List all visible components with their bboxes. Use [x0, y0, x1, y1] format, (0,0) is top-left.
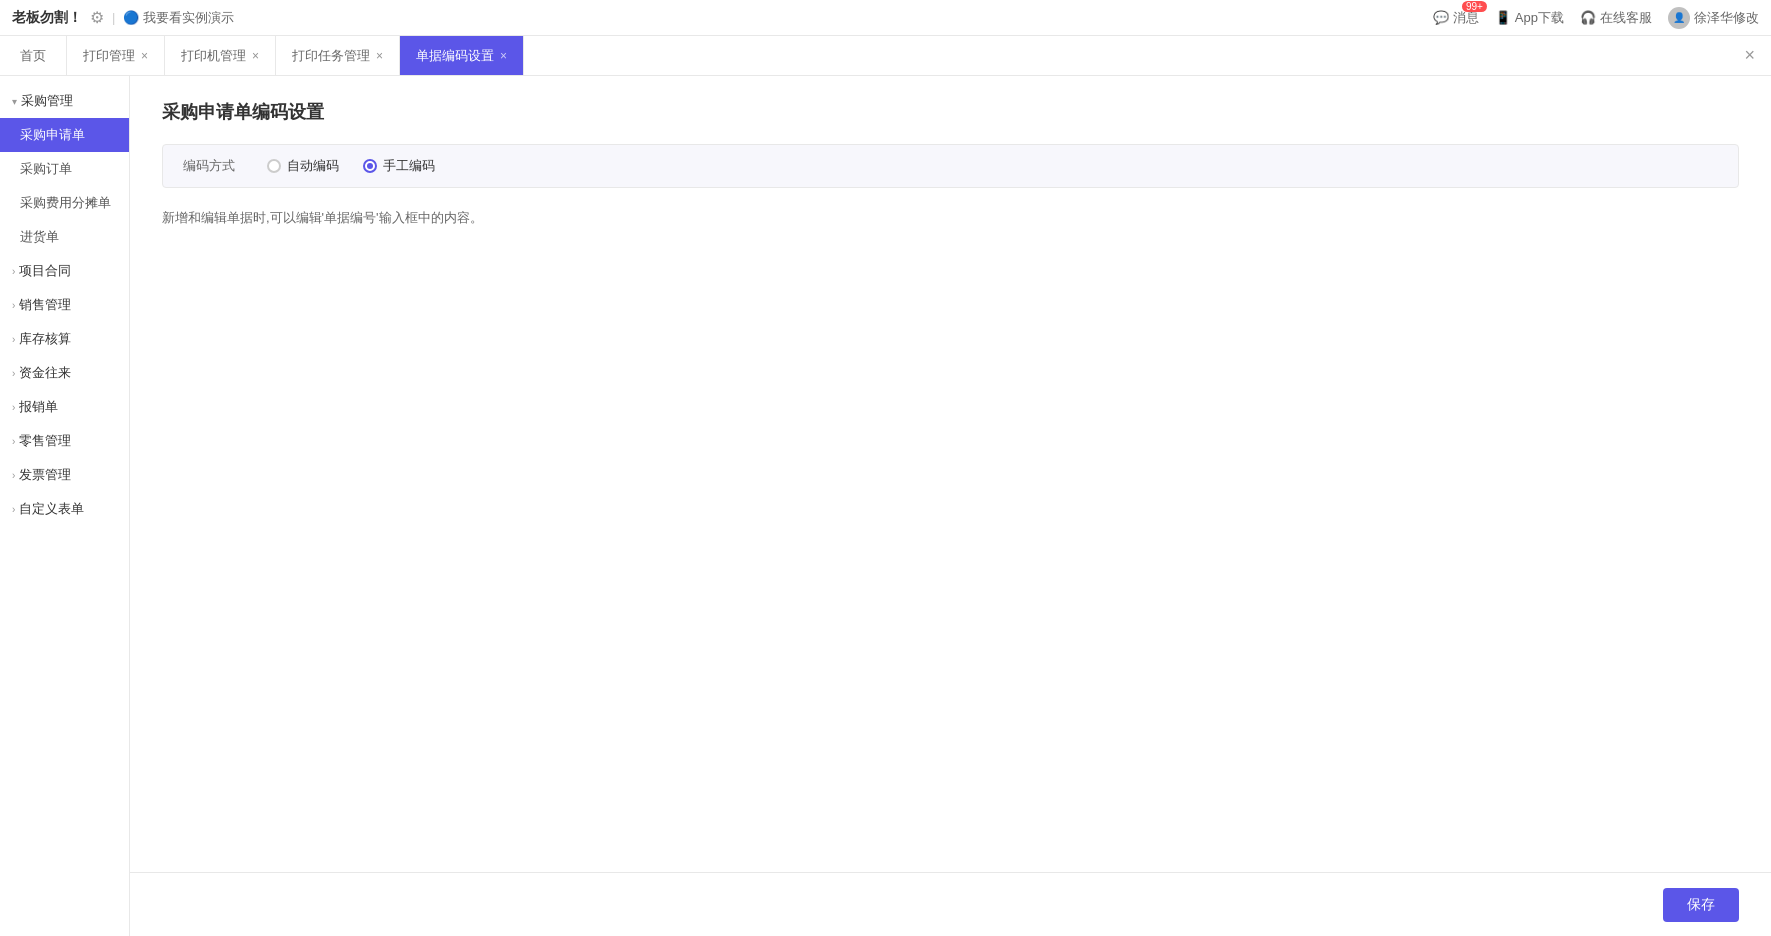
tab-print-task[interactable]: 打印任务管理 ×	[276, 36, 400, 75]
manual-code-label: 手工编码	[383, 157, 435, 175]
sidebar-group-project-label: 项目合同	[19, 262, 71, 280]
tab-printer-mgmt[interactable]: 打印机管理 ×	[165, 36, 276, 75]
user-info[interactable]: 👤 徐泽华修改	[1668, 7, 1759, 29]
sidebar-group-custom-label: 自定义表单	[19, 500, 84, 518]
sidebar-group-returns[interactable]: › 报销单	[0, 390, 129, 424]
sidebar-group-custom[interactable]: › 自定义表单	[0, 492, 129, 526]
tab-barcode-setting-label: 单据编码设置	[416, 47, 494, 65]
sidebar-item-purchase-order[interactable]: 采购订单	[0, 152, 129, 186]
divider: |	[112, 10, 115, 25]
sidebar-group-purchase-label: 采购管理	[21, 92, 73, 110]
sidebar-group-invoice-label: 发票管理	[19, 466, 71, 484]
online-service-btn[interactable]: 🎧 在线客服	[1580, 9, 1652, 27]
sidebar: ▾ 采购管理 采购申请单 采购订单 采购费用分摊单 进货单 › 项目合同 › 销…	[0, 76, 130, 936]
chevron-right-icon: ›	[12, 470, 15, 481]
tab-print-task-close[interactable]: ×	[376, 49, 383, 63]
settings-icon[interactable]: ⚙	[90, 8, 104, 27]
headset-icon: 🎧	[1580, 10, 1596, 25]
coding-method-row: 编码方式 自动编码 手工编码	[162, 144, 1739, 188]
manual-code-radio[interactable]	[363, 159, 377, 173]
top-bar: 老板勿割！ ⚙ | 🔵 我要看实例演示 💬 消息 99+ 📱 App下载 🎧 在…	[0, 0, 1771, 36]
app-download-btn[interactable]: 📱 App下载	[1495, 9, 1564, 27]
tab-home-label: 首页	[20, 47, 46, 65]
sidebar-group-inventory[interactable]: › 库存核算	[0, 322, 129, 356]
app-icon: 📱	[1495, 10, 1511, 25]
top-bar-right: 💬 消息 99+ 📱 App下载 🎧 在线客服 👤 徐泽华修改	[1433, 7, 1759, 29]
sidebar-item-arrive-label: 进货单	[20, 229, 59, 244]
sidebar-group-project[interactable]: › 项目合同	[0, 254, 129, 288]
coding-method-label: 编码方式	[183, 157, 235, 175]
sidebar-item-purchase-request-label: 采购申请单	[20, 127, 85, 142]
sidebar-group-sales[interactable]: › 销售管理	[0, 288, 129, 322]
tab-print-mgmt-close[interactable]: ×	[141, 49, 148, 63]
sidebar-item-arrive[interactable]: 进货单	[0, 220, 129, 254]
message-icon: 💬	[1433, 10, 1449, 25]
sidebar-group-capital-label: 资金往来	[19, 364, 71, 382]
chevron-right-icon: ›	[12, 368, 15, 379]
main-layout: ▾ 采购管理 采购申请单 采购订单 采购费用分摊单 进货单 › 项目合同 › 销…	[0, 76, 1771, 936]
auto-code-label: 自动编码	[287, 157, 339, 175]
logo-text: 老板勿割！	[12, 9, 82, 27]
tab-print-mgmt[interactable]: 打印管理 ×	[67, 36, 165, 75]
description-text: 新增和编辑单据时,可以编辑'单据编号'输入框中的内容。	[162, 208, 1739, 229]
sidebar-group-retail-label: 零售管理	[19, 432, 71, 450]
sidebar-item-purchase-expense[interactable]: 采购费用分摊单	[0, 186, 129, 220]
auto-code-option[interactable]: 自动编码	[267, 157, 339, 175]
sidebar-item-purchase-order-label: 采购订单	[20, 161, 72, 176]
tab-home[interactable]: 首页	[0, 36, 67, 75]
sidebar-group-invoice[interactable]: › 发票管理	[0, 458, 129, 492]
page-close-btn[interactable]: ×	[1744, 45, 1771, 66]
sidebar-group-purchase-title[interactable]: ▾ 采购管理	[0, 84, 129, 118]
messages-badge: 99+	[1462, 1, 1487, 12]
manual-code-option[interactable]: 手工编码	[363, 157, 435, 175]
sidebar-group-retail[interactable]: › 零售管理	[0, 424, 129, 458]
user-name: 徐泽华修改	[1694, 9, 1759, 27]
sidebar-group-inventory-label: 库存核算	[19, 330, 71, 348]
top-bar-left: 老板勿割！ ⚙ | 🔵 我要看实例演示	[12, 8, 234, 27]
chevron-right-icon: ›	[12, 334, 15, 345]
tab-printer-mgmt-close[interactable]: ×	[252, 49, 259, 63]
footer-bar: 保存	[130, 872, 1771, 936]
chevron-right-icon: ›	[12, 504, 15, 515]
chevron-right-icon: ›	[12, 266, 15, 277]
content-area: 采购申请单编码设置 编码方式 自动编码 手工编码 新增和编辑单据时,可以编辑'单…	[130, 76, 1771, 936]
tab-print-mgmt-label: 打印管理	[83, 47, 135, 65]
tab-print-task-label: 打印任务管理	[292, 47, 370, 65]
demo-link[interactable]: 🔵 我要看实例演示	[123, 9, 234, 27]
content-inner: 采购申请单编码设置 编码方式 自动编码 手工编码 新增和编辑单据时,可以编辑'单…	[130, 76, 1771, 872]
app-download-label: App下载	[1515, 9, 1564, 27]
save-button[interactable]: 保存	[1663, 888, 1739, 922]
sidebar-item-purchase-expense-label: 采购费用分摊单	[20, 195, 111, 210]
page-title: 采购申请单编码设置	[162, 100, 1739, 124]
sidebar-group-purchase: ▾ 采购管理 采购申请单 采购订单 采购费用分摊单 进货单	[0, 84, 129, 254]
sidebar-group-capital[interactable]: › 资金往来	[0, 356, 129, 390]
avatar: 👤	[1668, 7, 1690, 29]
chevron-down-icon: ▾	[12, 96, 17, 107]
sidebar-group-sales-label: 销售管理	[19, 296, 71, 314]
messages-btn[interactable]: 💬 消息 99+	[1433, 9, 1479, 27]
tab-barcode-setting-close[interactable]: ×	[500, 49, 507, 63]
tab-barcode-setting[interactable]: 单据编码设置 ×	[400, 36, 524, 75]
online-service-label: 在线客服	[1600, 9, 1652, 27]
chevron-right-icon: ›	[12, 402, 15, 413]
sidebar-item-purchase-request[interactable]: 采购申请单	[0, 118, 129, 152]
sidebar-group-returns-label: 报销单	[19, 398, 58, 416]
tab-bar: 首页 打印管理 × 打印机管理 × 打印任务管理 × 单据编码设置 × ×	[0, 36, 1771, 76]
chevron-right-icon: ›	[12, 300, 15, 311]
chevron-right-icon: ›	[12, 436, 15, 447]
auto-code-radio[interactable]	[267, 159, 281, 173]
tab-printer-mgmt-label: 打印机管理	[181, 47, 246, 65]
